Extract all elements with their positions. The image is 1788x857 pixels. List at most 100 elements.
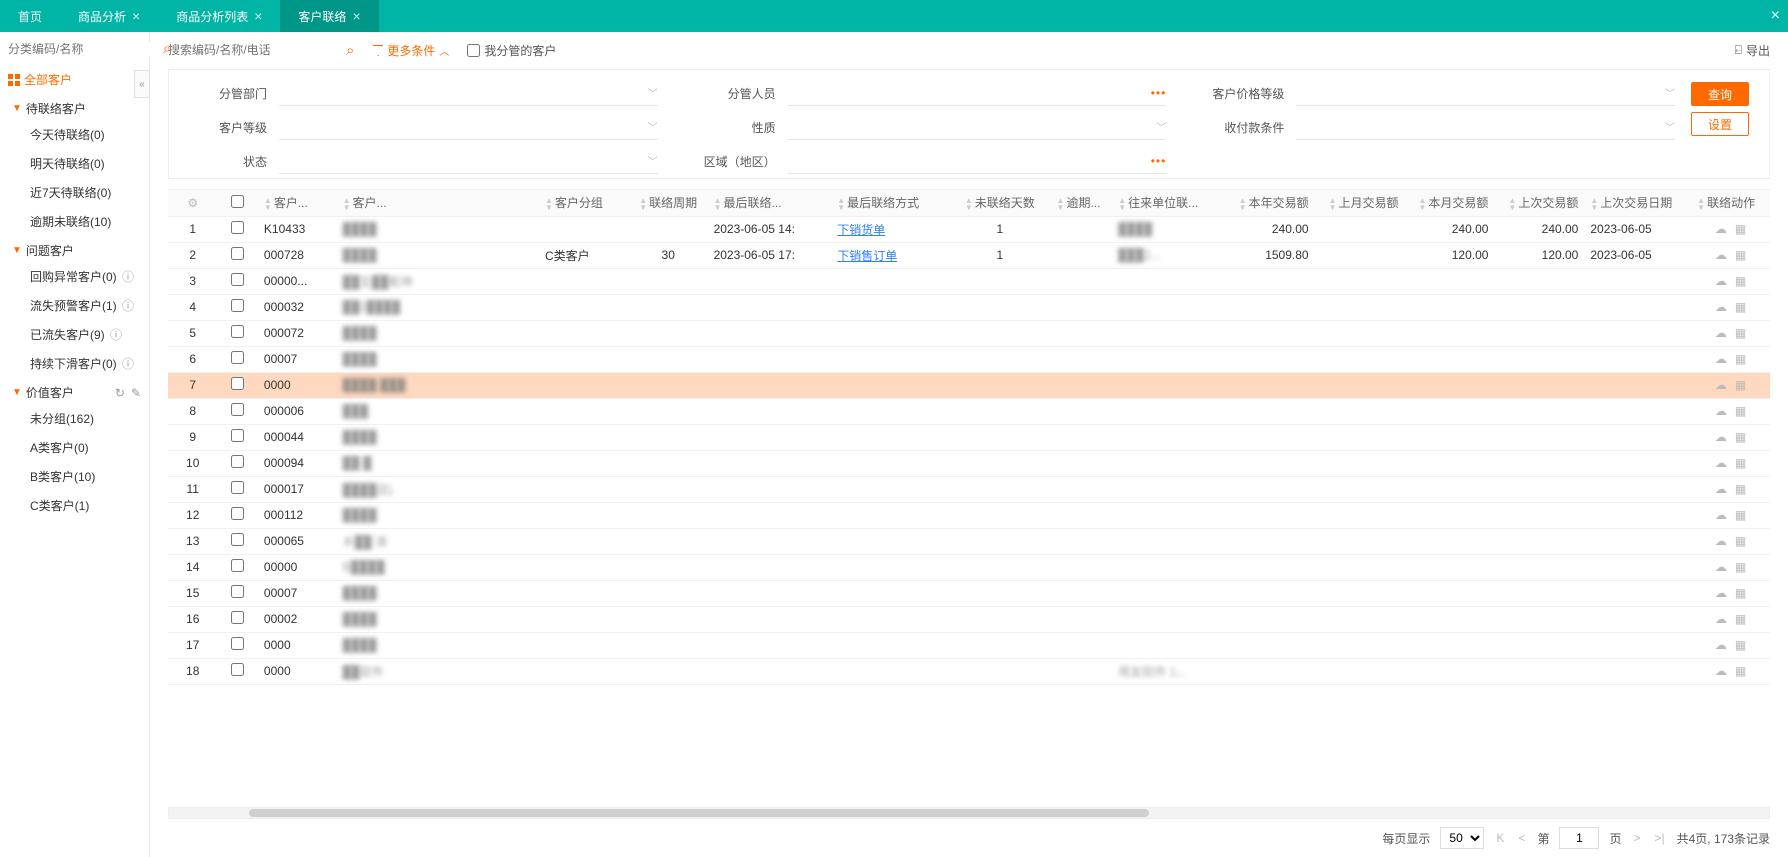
chat-icon[interactable]: ☁	[1715, 248, 1727, 262]
help-icon[interactable]: ⓘ	[110, 328, 122, 342]
sort-icon[interactable]: ▲▼	[639, 197, 647, 211]
sort-icon[interactable]: ▲▼	[1697, 197, 1705, 211]
chat-icon[interactable]: ☁	[1715, 274, 1727, 288]
table-row[interactable]: 300000...██生██乾坤☁▦	[168, 268, 1770, 294]
refresh-icon[interactable]: ↻	[115, 386, 125, 400]
table-row[interactable]: 4000032██2████☁▦	[168, 294, 1770, 320]
column-header[interactable]: ⚙	[168, 190, 217, 216]
page-input[interactable]	[1559, 827, 1599, 849]
grid-action-icon[interactable]: ▦	[1735, 274, 1746, 288]
chat-icon[interactable]: ☁	[1715, 300, 1727, 314]
column-header[interactable]: ▲▼联络动作	[1691, 190, 1770, 216]
row-checkbox[interactable]	[231, 663, 244, 676]
tree-item[interactable]: 未分组(162)	[8, 404, 141, 433]
chat-icon[interactable]: ☁	[1715, 508, 1727, 522]
table-row[interactable]: 9000044████☁▦	[168, 424, 1770, 450]
table-row[interactable]: 170000████☁▦	[168, 632, 1770, 658]
grid-action-icon[interactable]: ▦	[1735, 300, 1746, 314]
tree-item[interactable]: 持续下滑客户(0) ⓘ	[8, 349, 141, 378]
grid-action-icon[interactable]: ▦	[1735, 664, 1746, 678]
tree-item[interactable]: 回购异常客户(0) ⓘ	[8, 262, 141, 291]
help-icon[interactable]: ⓘ	[122, 299, 134, 313]
sort-icon[interactable]: ▲▼	[965, 197, 973, 211]
horizontal-scrollbar[interactable]	[168, 807, 1770, 819]
row-checkbox[interactable]	[231, 611, 244, 624]
chat-icon[interactable]: ☁	[1715, 534, 1727, 548]
row-checkbox[interactable]	[231, 429, 244, 442]
column-header[interactable]: ▲▼联络周期	[629, 190, 708, 216]
tab-close-icon[interactable]: ×	[254, 8, 262, 24]
tree-item[interactable]: 已流失客户(9) ⓘ	[8, 320, 141, 349]
grid-action-icon[interactable]: ▦	[1735, 248, 1746, 262]
table-row[interactable]: 11000017████店)☁▦	[168, 476, 1770, 502]
row-checkbox[interactable]	[231, 455, 244, 468]
main-search-input[interactable]	[168, 43, 328, 58]
tab-3[interactable]: 客户联络×	[280, 0, 378, 32]
tab-2[interactable]: 商品分析列表×	[158, 0, 280, 32]
tree-group[interactable]: ▼待联络客户	[8, 94, 141, 120]
column-header[interactable]: ▲▼上次交易额	[1494, 190, 1584, 216]
tree-item[interactable]: C类客户(1)	[8, 491, 141, 520]
row-checkbox[interactable]	[231, 351, 244, 364]
grid-action-icon[interactable]: ▦	[1735, 326, 1746, 340]
table-row[interactable]: 1K10433████2023-06-05 14:下销货单1████240.00…	[168, 216, 1770, 242]
row-checkbox[interactable]	[231, 533, 244, 546]
sort-icon[interactable]: ▲▼	[1329, 197, 1337, 211]
row-checkbox[interactable]	[231, 507, 244, 520]
sort-icon[interactable]: ▲▼	[1057, 197, 1065, 211]
row-checkbox[interactable]	[231, 377, 244, 390]
sort-icon[interactable]: ▲▼	[1118, 197, 1126, 211]
filter-select[interactable]: ﹀	[1296, 80, 1675, 106]
tree-group[interactable]: ▼价值客户↻✎	[8, 378, 141, 404]
contact-way-link[interactable]: 下销售订单	[837, 249, 897, 263]
column-header[interactable]: ▲▼本月交易额	[1405, 190, 1495, 216]
column-header[interactable]: ▲▼最后联络...	[708, 190, 832, 216]
filter-select[interactable]: ﹀	[279, 114, 658, 140]
chat-icon[interactable]: ☁	[1715, 612, 1727, 626]
column-header[interactable]: ▲▼上月交易额	[1315, 190, 1405, 216]
row-checkbox[interactable]	[231, 247, 244, 260]
row-checkbox[interactable]	[231, 481, 244, 494]
sidebar-collapse[interactable]: «	[134, 70, 150, 98]
chat-icon[interactable]: ☁	[1715, 326, 1727, 340]
table-row[interactable]: 13000065乡██ 涛☁▦	[168, 528, 1770, 554]
table-row[interactable]: 600007████☁▦	[168, 346, 1770, 372]
column-header[interactable]: ▲▼客户...	[258, 190, 337, 216]
edit-icon[interactable]: ✎	[131, 386, 141, 400]
gear-icon[interactable]: ⚙	[187, 196, 198, 210]
tree-item[interactable]: 逾期未联络(10)	[8, 207, 141, 236]
filter-select[interactable]: ﹀	[1296, 114, 1675, 140]
sort-icon[interactable]: ▲▼	[1590, 197, 1598, 211]
column-header[interactable]: ▲▼最后联络方式	[831, 190, 955, 216]
column-header[interactable]: ▲▼本年交易额	[1213, 190, 1314, 216]
table-row[interactable]: 180000██软件用友软件 1...☁▦	[168, 658, 1770, 684]
grid-action-icon[interactable]: ▦	[1735, 352, 1746, 366]
contact-way-link[interactable]: 下销货单	[837, 223, 885, 237]
page-prev[interactable]: <	[1516, 831, 1527, 845]
tree-item[interactable]: 流失预警客户(1) ⓘ	[8, 291, 141, 320]
row-checkbox[interactable]	[231, 637, 244, 650]
sort-icon[interactable]: ▲▼	[264, 197, 272, 211]
chat-icon[interactable]: ☁	[1715, 638, 1727, 652]
column-header[interactable]: ▲▼未联络天数	[955, 190, 1045, 216]
sort-icon[interactable]: ▲▼	[714, 197, 722, 211]
tree-item[interactable]: A类客户(0)	[8, 433, 141, 462]
filter-select[interactable]: ﹀	[279, 148, 658, 174]
select-all-checkbox[interactable]	[231, 195, 244, 208]
table-row[interactable]: 5000072████☁▦	[168, 320, 1770, 346]
filter-select[interactable]: ﹀	[788, 114, 1167, 140]
settings-button[interactable]: 设置	[1691, 112, 1749, 136]
tab-0[interactable]: 首页	[0, 0, 60, 32]
close-all-tabs[interactable]: ×	[1771, 7, 1780, 25]
my-customers-checkbox[interactable]: 我分管的客户	[467, 42, 556, 59]
column-header[interactable]: ▲▼上次交易日期	[1584, 190, 1691, 216]
filter-picker[interactable]: •••	[788, 80, 1167, 106]
chat-icon[interactable]: ☁	[1715, 378, 1727, 392]
grid-action-icon[interactable]: ▦	[1735, 586, 1746, 600]
sidebar-search-input[interactable]	[8, 42, 163, 56]
help-icon[interactable]: ⓘ	[122, 270, 134, 284]
table-row[interactable]: 70000████ ███☁▦	[168, 372, 1770, 398]
export-button[interactable]: ⍇ 导出	[1735, 42, 1770, 59]
row-checkbox[interactable]	[231, 273, 244, 286]
row-checkbox[interactable]	[231, 585, 244, 598]
